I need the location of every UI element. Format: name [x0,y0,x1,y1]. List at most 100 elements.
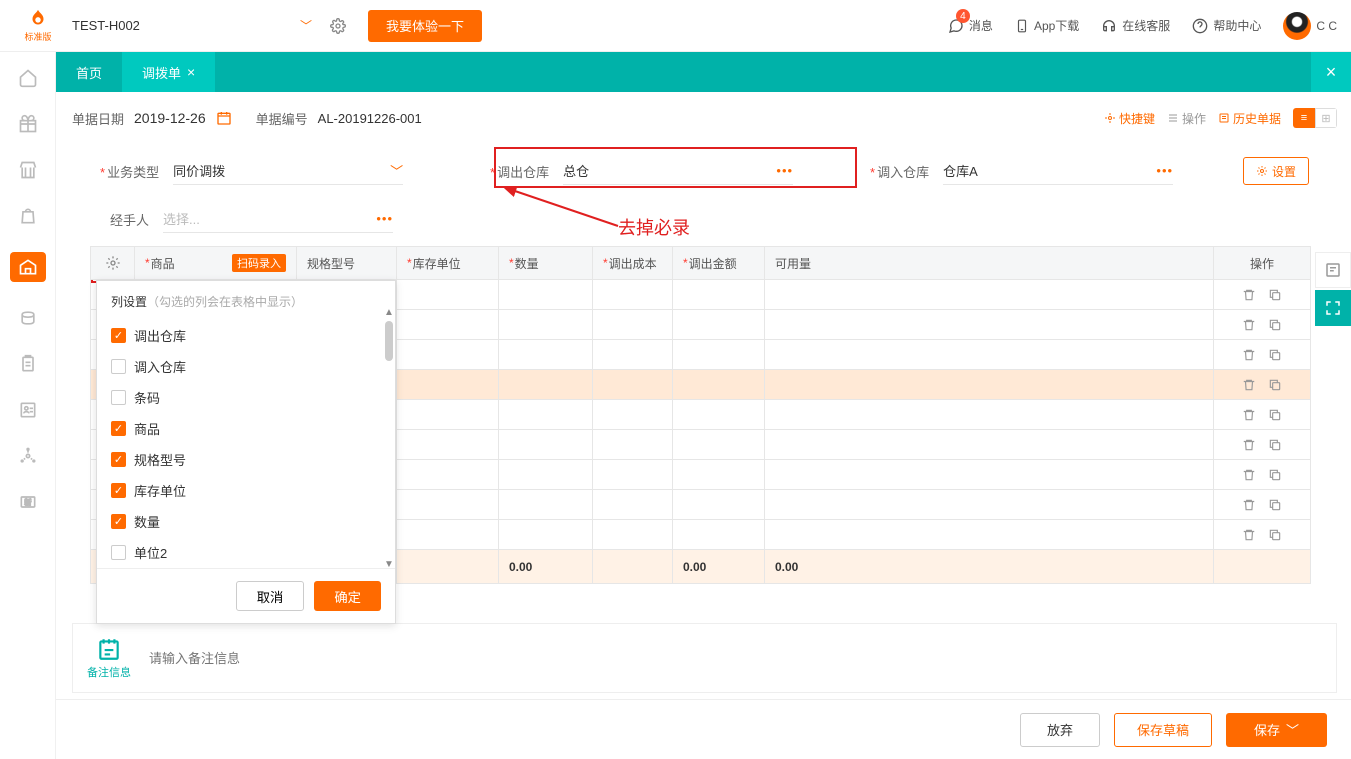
delete-icon[interactable] [1242,318,1256,332]
biz-type-field[interactable]: *业务类型 同价调拨﹀ [100,157,460,185]
remark-input[interactable] [149,651,1322,666]
messages-button[interactable]: 4 消息 [948,17,993,34]
in-warehouse-field[interactable]: *调入仓库 仓库A••• [870,157,1210,185]
settings-button[interactable]: 设置 [1243,157,1309,185]
delete-icon[interactable] [1242,348,1256,362]
shortcut-link[interactable]: 快捷键 [1104,110,1155,127]
doc-head: 单据日期 2019-12-26 单据编号 AL-20191226-001 快捷键… [72,100,1337,136]
copy-icon[interactable] [1268,408,1282,422]
option-label: 库存单位 [134,481,186,500]
user-menu[interactable]: C C [1283,12,1337,40]
help-center-button[interactable]: 帮助中心 [1192,17,1261,34]
option-label: 调出仓库 [134,326,186,345]
column-option[interactable]: ✓ 数量 [111,506,381,537]
option-label: 数量 [134,512,160,531]
side-float [1315,252,1351,328]
history-link[interactable]: 历史单据 [1218,110,1281,127]
nav-new-icon[interactable]: 新 [18,492,38,512]
delete-icon[interactable] [1242,408,1256,422]
delete-icon[interactable] [1242,438,1256,452]
option-label: 单位2 [134,543,167,560]
org-selector[interactable]: TEST-H002 ﹀ [62,10,322,42]
nav-home-icon[interactable] [18,68,38,88]
column-option[interactable]: ✓ 库存单位 [111,475,381,506]
column-option[interactable]: ✓ 调出仓库 [111,320,381,351]
close-all-icon[interactable]: × [1311,52,1351,92]
more-icon[interactable]: ••• [376,211,393,226]
column-option[interactable]: 调入仓库 [111,351,381,382]
more-icon[interactable]: ••• [1156,163,1173,178]
delete-icon[interactable] [1242,378,1256,392]
view-toggle[interactable]: ≡ ⊞ [1293,108,1337,128]
nav-contact-icon[interactable] [18,400,38,420]
checkbox[interactable]: ✓ [111,328,126,343]
messages-badge: 4 [956,9,970,23]
checkbox[interactable] [111,545,126,560]
copy-icon[interactable] [1268,378,1282,392]
copy-icon[interactable] [1268,468,1282,482]
delete-icon[interactable] [1242,498,1256,512]
checkbox[interactable]: ✓ [111,483,126,498]
delete-icon[interactable] [1242,528,1256,542]
nav-bag-icon[interactable] [18,206,38,226]
checkbox[interactable] [111,390,126,405]
nav-store-icon[interactable] [18,160,38,180]
scroll-up-icon[interactable]: ▲ [383,307,395,319]
save-draft-button[interactable]: 保存草稿 [1114,713,1212,747]
footer: 放弃 保存草稿 保存﹀ [56,699,1351,759]
column-settings-button[interactable] [91,247,135,279]
tab-home[interactable]: 首页 [56,52,122,92]
nav-warehouse-icon[interactable] [10,252,46,282]
column-option[interactable]: ✓ 商品 [111,413,381,444]
nav-network-icon[interactable] [18,446,38,466]
card-view-icon[interactable]: ⊞ [1315,108,1337,128]
copy-icon[interactable] [1268,318,1282,332]
delete-icon[interactable] [1242,468,1256,482]
scan-input-tag[interactable]: 扫码录入 [232,254,286,272]
col-cost: *调出成本 [593,247,673,279]
column-option[interactable]: 单位2 [111,537,381,560]
notes-panel-button[interactable] [1315,252,1351,288]
chevron-down-icon: ﹀ [390,161,403,180]
annotation-text: 去掉必录 [618,214,690,240]
checkbox[interactable]: ✓ [111,514,126,529]
list-view-icon[interactable]: ≡ [1293,108,1315,128]
delete-icon[interactable] [1242,288,1256,302]
copy-icon[interactable] [1268,528,1282,542]
copy-icon[interactable] [1268,498,1282,512]
nav-money-icon[interactable] [18,308,38,328]
copy-icon[interactable] [1268,348,1282,362]
online-service-button[interactable]: 在线客服 [1101,17,1170,34]
discard-button[interactable]: 放弃 [1020,713,1100,747]
column-option[interactable]: ✓规格型号 [111,444,381,475]
cancel-button[interactable]: 取消 [236,581,305,611]
scroll-down-icon[interactable]: ▼ [383,559,395,571]
checkbox[interactable] [111,359,126,374]
org-name: TEST-H002 [72,18,140,33]
scrollbar-thumb[interactable] [385,321,393,361]
operate-link[interactable]: 操作 [1167,110,1206,127]
checkbox[interactable]: ✓ [111,421,126,436]
tab-transfer-order[interactable]: 调拨单× [122,52,215,92]
ok-button[interactable]: 确定 [314,581,381,611]
save-button[interactable]: 保存﹀ [1226,713,1327,747]
copy-icon[interactable] [1268,438,1282,452]
copy-icon[interactable] [1268,288,1282,302]
fullscreen-button[interactable] [1315,290,1351,326]
gear-icon[interactable] [330,18,346,34]
handler-field[interactable]: 经手人 选择...••• [110,205,470,233]
avatar [1283,12,1311,40]
app-download-button[interactable]: App下载 [1015,17,1079,34]
date-value[interactable]: 2019-12-26 [134,110,206,126]
cta-button[interactable]: 我要体验一下 [368,10,482,42]
calendar-icon[interactable] [216,110,232,126]
option-label: 商品 [134,419,160,438]
checkbox[interactable]: ✓ [111,452,126,467]
phone-icon [1015,18,1029,34]
column-option[interactable]: 条码 [111,382,381,413]
nav-clipboard-icon[interactable] [18,354,38,374]
gear-icon [105,255,121,271]
nav-gift-icon[interactable] [18,114,38,134]
close-icon[interactable]: × [187,64,195,80]
notepad-icon [96,636,122,662]
